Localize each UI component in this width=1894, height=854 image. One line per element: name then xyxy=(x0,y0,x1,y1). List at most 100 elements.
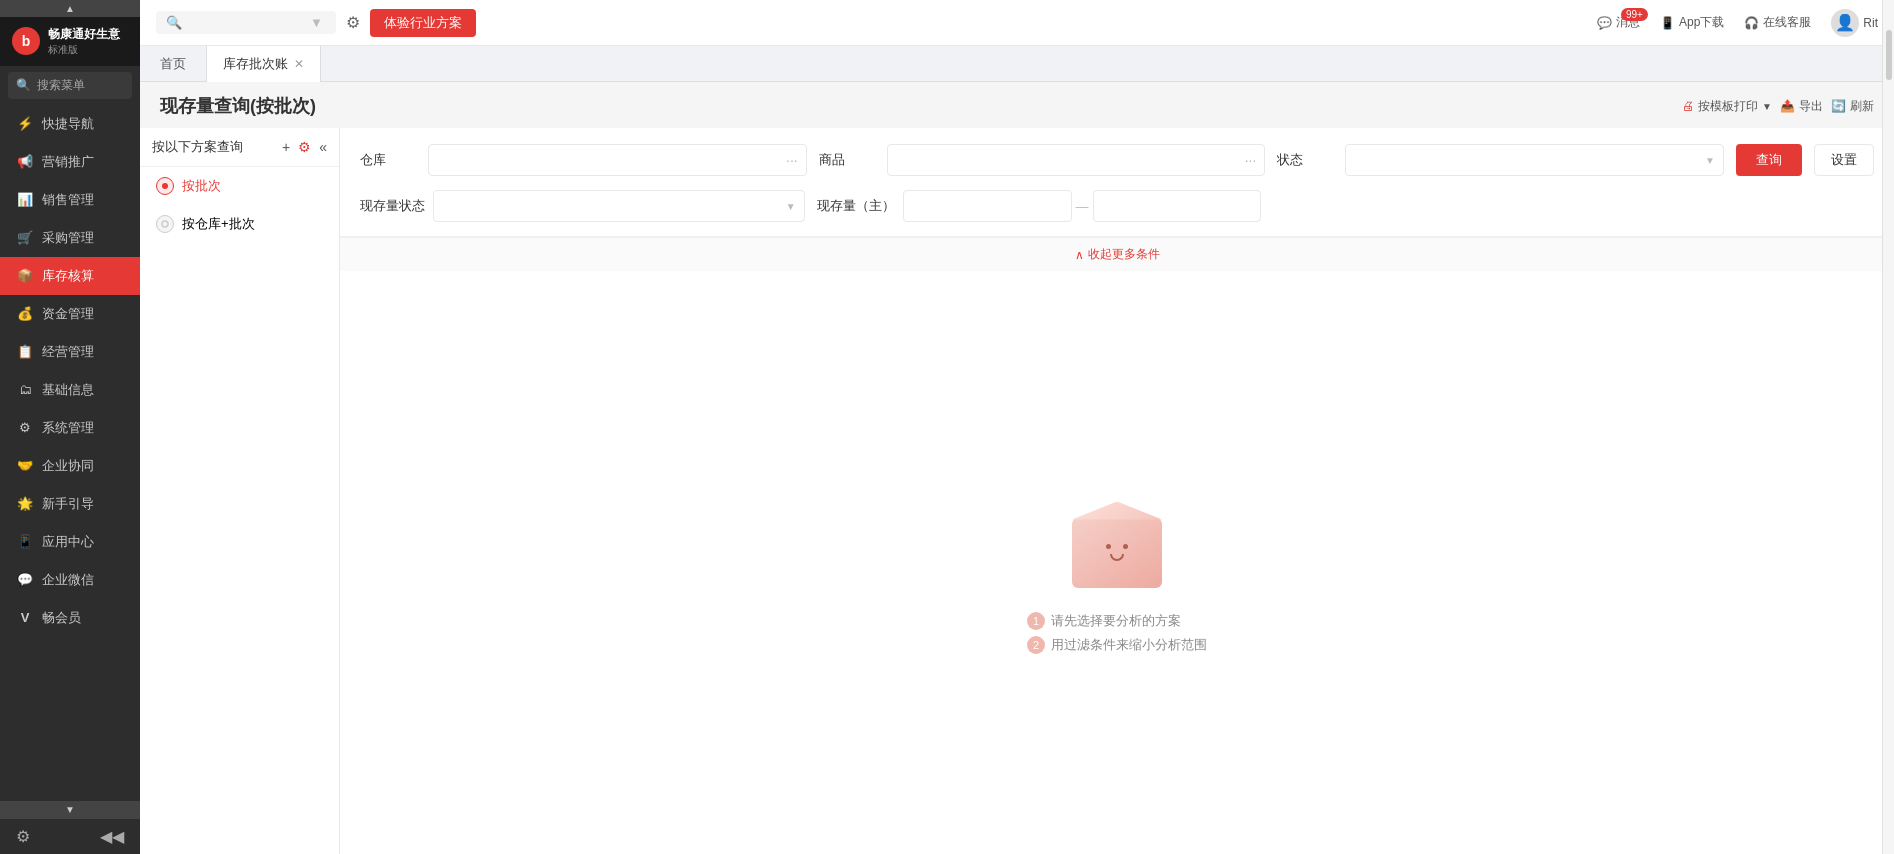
finance-icon: 💰 xyxy=(16,305,34,323)
body-layout: 按以下方案查询 + ⚙ « 按批次 xyxy=(140,128,1894,854)
box-eye-left xyxy=(1106,544,1111,549)
sidebar-scroll-up[interactable]: ▲ xyxy=(0,0,140,17)
tip-num-2: 2 xyxy=(1027,636,1045,654)
settings-footer-icon[interactable]: ⚙ xyxy=(16,827,30,846)
sidebar-scroll-down[interactable]: ▼ xyxy=(0,801,140,818)
sidebar-header: b 畅康通好生意 标准版 xyxy=(0,17,140,66)
collapse-panel-icon[interactable]: « xyxy=(319,139,327,155)
sidebar-item-purchase[interactable]: 🛒 采购管理 xyxy=(0,219,140,257)
experience-btn[interactable]: 体验行业方案 xyxy=(370,9,476,37)
stock-main-to xyxy=(1093,190,1262,222)
topbar-search-icon: 🔍 xyxy=(166,15,182,30)
message-icon: 💬 xyxy=(1597,16,1612,30)
scrollbar-thumb xyxy=(1886,30,1892,80)
collapse-label: 收起更多条件 xyxy=(1088,246,1160,263)
scheme-radio-active xyxy=(156,177,174,195)
print-btn[interactable]: 🖨 按模板打印 ▼ xyxy=(1682,98,1772,115)
tab-close-icon[interactable]: ✕ xyxy=(294,57,304,71)
scheme-label: 按批次 xyxy=(182,177,221,195)
avatar-icon: 👤 xyxy=(1835,13,1855,32)
refresh-btn[interactable]: 🔄 刷新 xyxy=(1831,98,1874,115)
sidebar-nav: ⚡ 快捷导航 📢 营销推广 📊 销售管理 🛒 采购管理 📦 库存核算 💰 资金管… xyxy=(0,105,140,801)
status-select-wrap: 全部 正常 禁用 ▼ xyxy=(1345,144,1724,176)
sidebar-item-label: 系统管理 xyxy=(42,419,94,437)
collapse-more-btn[interactable]: ∧ 收起更多条件 xyxy=(340,237,1894,271)
sales-icon: 📊 xyxy=(16,191,34,209)
query-btn[interactable]: 查询 xyxy=(1736,144,1802,176)
print-label: 按模板打印 xyxy=(1698,98,1758,115)
collapse-sidebar-icon[interactable]: ◀◀ xyxy=(100,827,124,846)
filter-row-1: 仓库 ··· 商品 ··· xyxy=(360,144,1874,176)
sidebar-item-label: 企业微信 xyxy=(42,571,94,589)
filter-group-warehouse: 仓库 ··· xyxy=(360,144,807,176)
purchase-icon: 🛒 xyxy=(16,229,34,247)
topbar-search-area[interactable]: 🔍 ▼ xyxy=(156,11,336,34)
system-icon: ⚙ xyxy=(16,419,34,437)
sidebar-item-business[interactable]: 📋 经营管理 xyxy=(0,333,140,371)
topbar-search-input[interactable] xyxy=(186,16,306,30)
stock-main-from-input[interactable] xyxy=(912,199,1063,213)
app-logo: b xyxy=(12,27,40,55)
stock-status-dropdown-arrow: ▼ xyxy=(786,201,796,212)
tip-text-1: 请先选择要分析的方案 xyxy=(1051,612,1181,630)
online-service-btn[interactable]: 🎧 在线客服 xyxy=(1744,14,1811,31)
svg-point-0 xyxy=(162,183,168,189)
scheme-settings-icon[interactable]: ⚙ xyxy=(298,139,311,155)
sidebar-item-label: 经营管理 xyxy=(42,343,94,361)
warehouse-input[interactable] xyxy=(437,153,786,167)
tab-inventory-batch-label: 库存批次账 xyxy=(223,55,288,73)
tab-inventory-batch[interactable]: 库存批次账 ✕ xyxy=(207,46,321,82)
warehouse-ellipsis-btn[interactable]: ··· xyxy=(786,152,798,168)
product-input[interactable] xyxy=(896,153,1245,167)
topbar-dropdown-icon[interactable]: ▼ xyxy=(310,15,323,30)
sidebar-item-label: 畅会员 xyxy=(42,609,81,627)
print-icon: 🖨 xyxy=(1682,99,1694,113)
tab-home[interactable]: 首页 xyxy=(140,46,207,82)
sidebar-item-basic[interactable]: 🗂 基础信息 xyxy=(0,371,140,409)
messages-btn[interactable]: 💬 消息 99+ xyxy=(1597,14,1640,31)
sidebar-item-system[interactable]: ⚙ 系统管理 xyxy=(0,409,140,447)
box-flap xyxy=(1072,502,1162,520)
scheme-radio-inactive xyxy=(156,215,174,233)
filter-row-2: 现存量状态 ▼ 现存量（主） xyxy=(360,190,1874,222)
right-scrollbar[interactable] xyxy=(1882,0,1894,854)
sidebar-search[interactable]: 🔍 搜索菜单 xyxy=(8,72,132,99)
sidebar-item-enterprise-wechat[interactable]: 💬 企业微信 xyxy=(0,561,140,599)
user-profile-btn[interactable]: 👤 Rit xyxy=(1831,9,1878,37)
stock-status-select[interactable] xyxy=(442,199,796,213)
product-ellipsis-btn[interactable]: ··· xyxy=(1245,152,1257,168)
sidebar-item-quick-nav[interactable]: ⚡ 快捷导航 xyxy=(0,105,140,143)
sidebar-item-marketing[interactable]: 📢 营销推广 xyxy=(0,143,140,181)
app-center-icon: 📱 xyxy=(16,533,34,551)
sidebar-item-enterprise[interactable]: 🤝 企业协同 xyxy=(0,447,140,485)
stock-main-label: 现存量（主） xyxy=(817,197,895,215)
sidebar-item-vip[interactable]: V 畅会员 xyxy=(0,599,140,637)
add-scheme-icon[interactable]: + xyxy=(282,139,290,155)
sidebar-item-finance[interactable]: 💰 资金管理 xyxy=(0,295,140,333)
print-dropdown-icon[interactable]: ▼ xyxy=(1762,101,1772,112)
vip-icon: V xyxy=(16,609,34,627)
filter-group-stock-status: 现存量状态 ▼ xyxy=(360,190,805,222)
status-select[interactable]: 全部 正常 禁用 xyxy=(1354,153,1715,167)
settings-btn[interactable]: 设置 xyxy=(1814,144,1874,176)
sidebar-item-newbie[interactable]: 🌟 新手引导 xyxy=(0,485,140,523)
export-btn[interactable]: 📤 导出 xyxy=(1780,98,1823,115)
sidebar-item-label: 销售管理 xyxy=(42,191,94,209)
scheme-item-by-batch[interactable]: 按批次 xyxy=(140,167,339,205)
business-icon: 📋 xyxy=(16,343,34,361)
page-header: 现存量查询(按批次) 🖨 按模板打印 ▼ 📤 导出 🔄 刷新 xyxy=(140,82,1894,128)
newbie-icon: 🌟 xyxy=(16,495,34,513)
sidebar-item-app-center[interactable]: 📱 应用中心 xyxy=(0,523,140,561)
sidebar-item-label: 营销推广 xyxy=(42,153,94,171)
collapse-arrow-icon: ∧ xyxy=(1075,248,1084,262)
stock-main-to-input[interactable] xyxy=(1102,199,1253,213)
sidebar-item-label: 企业协同 xyxy=(42,457,94,475)
scheme-item-by-warehouse-batch[interactable]: 按仓库+批次 xyxy=(140,205,339,243)
sidebar-item-label: 基础信息 xyxy=(42,381,94,399)
topbar-gear-icon[interactable]: ⚙ xyxy=(346,13,360,32)
range-dash: — xyxy=(1072,199,1093,214)
search-menu-label: 搜索菜单 xyxy=(37,77,85,94)
sidebar-item-sales[interactable]: 📊 销售管理 xyxy=(0,181,140,219)
app-download-btn[interactable]: 📱 App下载 xyxy=(1660,14,1724,31)
sidebar-item-inventory[interactable]: 📦 库存核算 xyxy=(0,257,140,295)
